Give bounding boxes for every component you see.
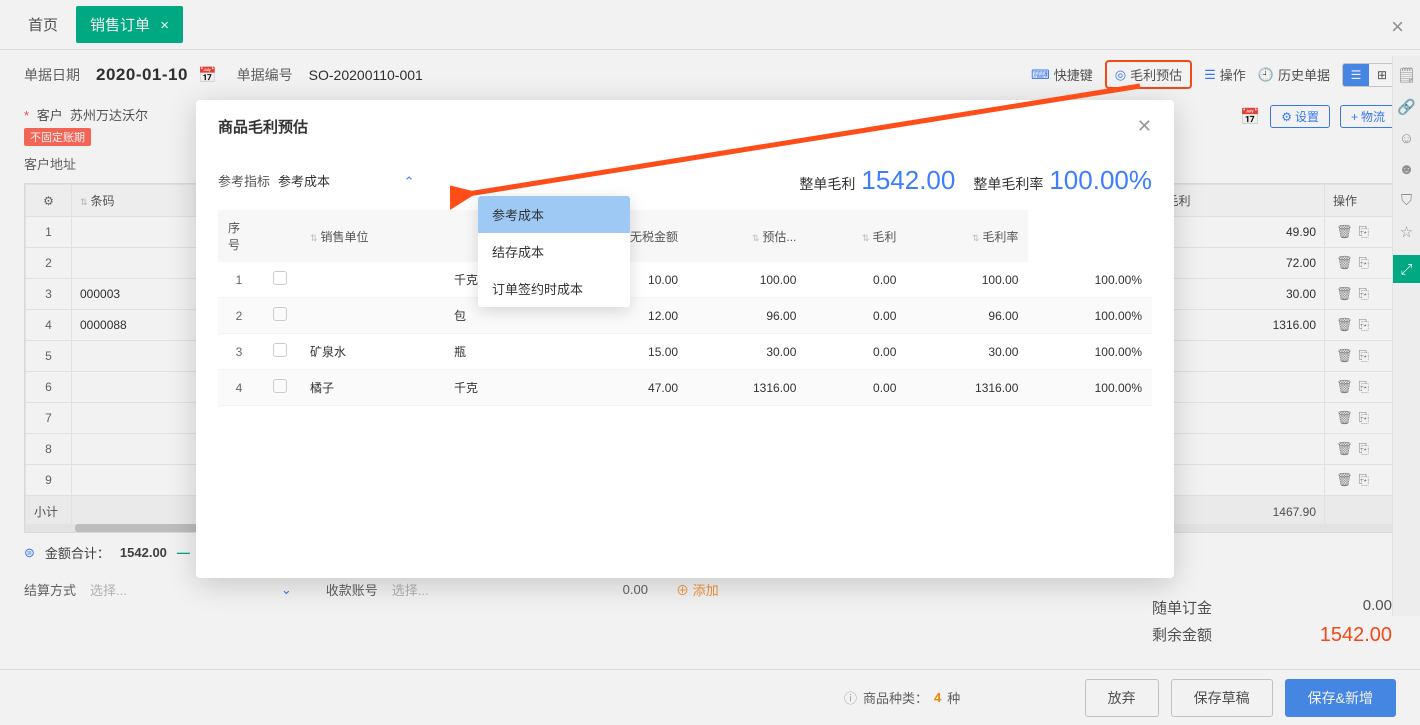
row-checkbox[interactable] [273, 343, 287, 357]
mcol-rate[interactable]: ⇅毛利率 [906, 210, 1028, 262]
table-row[interactable]: 4橘子千克47.001316.000.001316.00100.00% [218, 370, 1152, 406]
row-checkbox[interactable] [273, 379, 287, 393]
metric-select[interactable]: 参考成本 ⌃ [278, 171, 418, 190]
chevron-up-icon: ⌃ [404, 174, 415, 189]
close-icon[interactable]: ✕ [1137, 116, 1152, 137]
total-rate-value: 100.00% [1049, 165, 1152, 195]
modal-title: 商品毛利预估 [218, 116, 308, 137]
total-gross-label: 整单毛利 [799, 176, 855, 192]
sort-icon: ⇅ [752, 233, 760, 243]
metric-option[interactable]: 参考成本 [478, 196, 630, 233]
mcol-unit[interactable]: ⇅销售单位 [300, 210, 444, 262]
table-row[interactable]: 1千克10.00100.000.00100.00100.00% [218, 262, 1152, 298]
modal-table: 序号 商品名称 ⇅销售单位 ⇅数量 ⇅无税金额 ⇅预估... ⇅毛利 ⇅毛利率 … [218, 210, 1152, 406]
metric-dropdown: 参考成本 结存成本 订单签约时成本 [478, 196, 630, 307]
sort-icon: ⇅ [972, 233, 980, 243]
row-checkbox[interactable] [273, 271, 287, 285]
sort-icon: ⇅ [862, 233, 870, 243]
mcol-est[interactable]: ⇅预估... [688, 210, 806, 262]
sort-icon: ⇅ [310, 233, 318, 243]
table-row[interactable]: 3矿泉水瓶15.0030.000.0030.00100.00% [218, 334, 1152, 370]
metric-option[interactable]: 订单签约时成本 [478, 270, 630, 307]
metric-label: 参考指标 [218, 171, 270, 190]
total-rate-label: 整单毛利率 [973, 176, 1043, 192]
table-row[interactable]: 2包12.0096.000.0096.00100.00% [218, 298, 1152, 334]
mcol-no: 序号 [218, 210, 260, 262]
total-gross-value: 1542.00 [861, 165, 955, 195]
metric-option[interactable]: 结存成本 [478, 233, 630, 270]
gross-profit-modal: 商品毛利预估 ✕ 参考指标 参考成本 ⌃ 整单毛利 1542.00 整单毛利率 10… [196, 100, 1174, 578]
mcol-gross[interactable]: ⇅毛利 [806, 210, 906, 262]
row-checkbox[interactable] [273, 307, 287, 321]
